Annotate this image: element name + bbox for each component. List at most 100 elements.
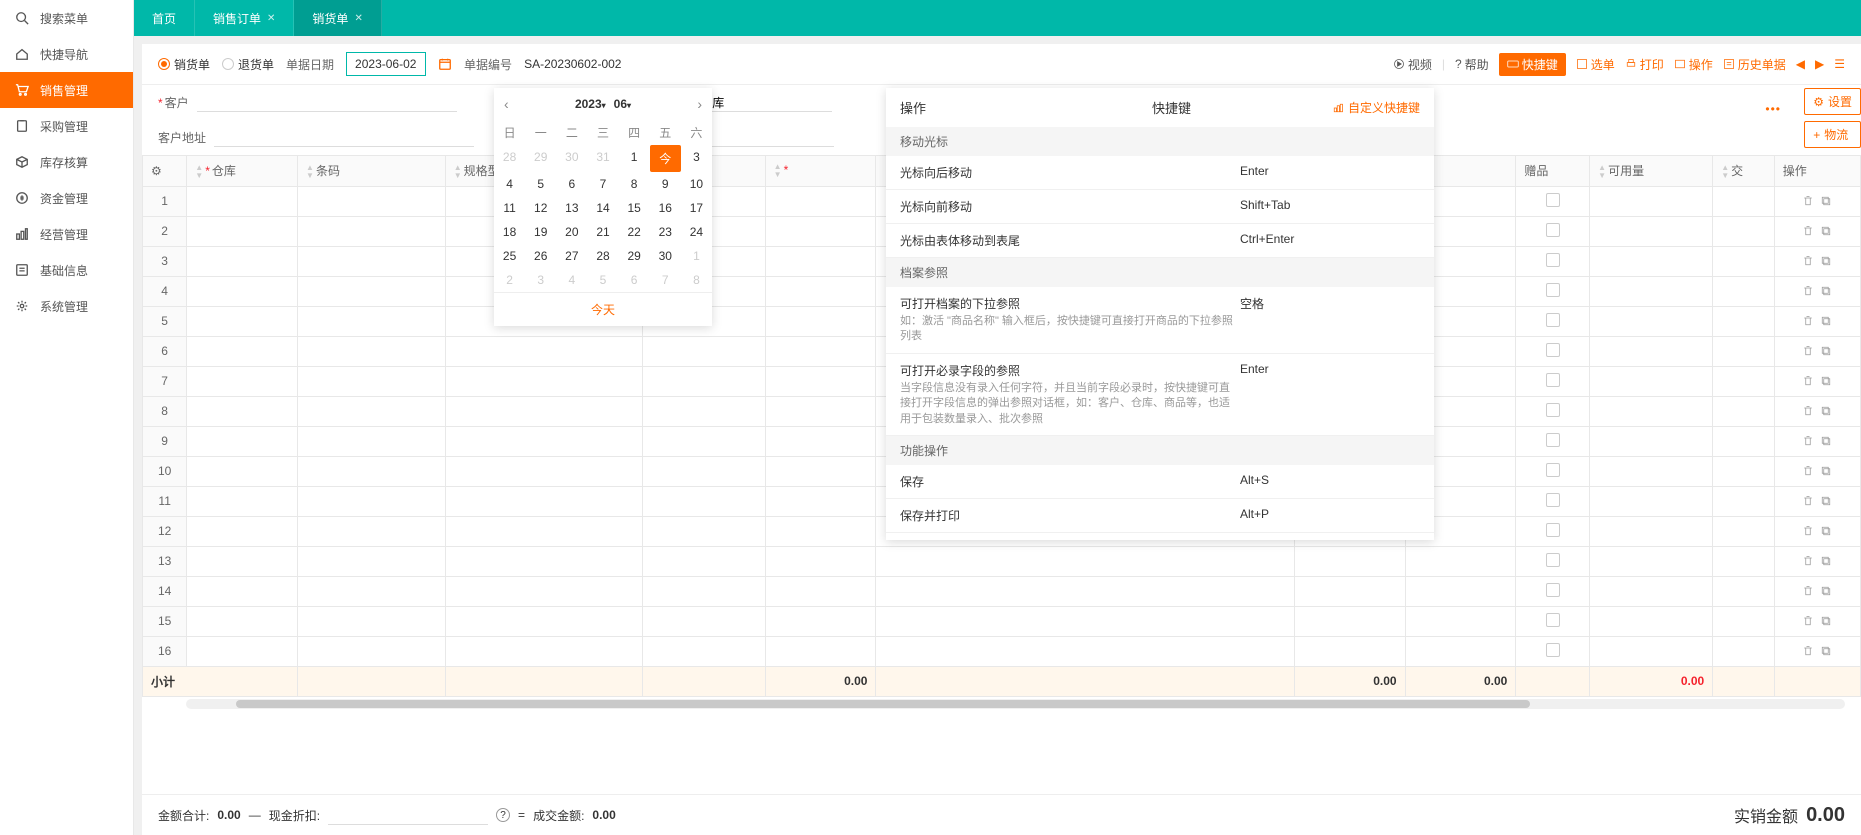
delete-icon[interactable] [1802, 645, 1814, 657]
delete-icon[interactable] [1802, 375, 1814, 387]
checkbox-icon[interactable] [1546, 253, 1560, 267]
cell[interactable] [1590, 336, 1713, 366]
menu-icon[interactable]: ☰ [1834, 57, 1845, 71]
cell[interactable] [1590, 426, 1713, 456]
cell[interactable] [187, 546, 298, 576]
cell[interactable] [765, 396, 876, 426]
cell[interactable] [445, 516, 642, 546]
prev-month-icon[interactable]: ‹ [504, 96, 509, 112]
cell[interactable] [765, 366, 876, 396]
year-select[interactable]: 2023▾ [575, 97, 606, 111]
cell[interactable] [876, 636, 1294, 666]
tab-home[interactable]: 首页 [134, 0, 195, 36]
delete-icon[interactable] [1802, 315, 1814, 327]
copy-icon[interactable] [1820, 225, 1832, 237]
day-cell[interactable]: 5 [587, 268, 618, 292]
col-gift[interactable]: 赠品 [1516, 156, 1590, 187]
cell[interactable] [765, 456, 876, 486]
col-barcode[interactable]: ▲▼条码 [298, 156, 446, 187]
gift-cell[interactable] [1516, 546, 1590, 576]
day-cell[interactable]: 30 [556, 145, 587, 172]
sidebar-item-system[interactable]: 系统管理 [0, 288, 133, 324]
cell[interactable] [187, 216, 298, 246]
cell[interactable] [187, 486, 298, 516]
cell[interactable] [1405, 606, 1516, 636]
delete-icon[interactable] [1802, 345, 1814, 357]
gift-cell[interactable] [1516, 426, 1590, 456]
cell[interactable] [298, 486, 446, 516]
delete-icon[interactable] [1802, 405, 1814, 417]
day-cell[interactable]: 今 [650, 145, 681, 172]
day-cell[interactable]: 5 [525, 172, 556, 196]
delete-icon[interactable] [1802, 225, 1814, 237]
cell[interactable] [1713, 246, 1775, 276]
copy-icon[interactable] [1820, 585, 1832, 597]
gift-cell[interactable] [1516, 216, 1590, 246]
day-cell[interactable]: 1 [619, 145, 650, 172]
cell[interactable] [187, 516, 298, 546]
cell[interactable] [298, 606, 446, 636]
cell[interactable] [1294, 606, 1405, 636]
day-cell[interactable]: 17 [681, 196, 712, 220]
cell[interactable] [765, 306, 876, 336]
cell[interactable] [1713, 216, 1775, 246]
copy-icon[interactable] [1820, 645, 1832, 657]
cell[interactable] [1405, 636, 1516, 666]
cell[interactable] [187, 426, 298, 456]
copy-icon[interactable] [1820, 555, 1832, 567]
day-cell[interactable]: 3 [681, 145, 712, 172]
cell[interactable] [765, 546, 876, 576]
select-doc-button[interactable]: 选单 [1576, 56, 1615, 73]
checkbox-icon[interactable] [1546, 583, 1560, 597]
help-icon[interactable]: ? [496, 808, 510, 822]
sidebar-item-search[interactable]: 搜索菜单 [0, 0, 133, 36]
day-cell[interactable]: 8 [619, 172, 650, 196]
gift-cell[interactable] [1516, 396, 1590, 426]
copy-icon[interactable] [1820, 465, 1832, 477]
day-cell[interactable]: 13 [556, 196, 587, 220]
today-button[interactable]: 今天 [494, 292, 712, 326]
hotkey-button[interactable]: 快捷键 [1499, 53, 1566, 76]
checkbox-icon[interactable] [1546, 613, 1560, 627]
delete-icon[interactable] [1802, 615, 1814, 627]
gift-cell[interactable] [1516, 306, 1590, 336]
cell[interactable] [765, 186, 876, 216]
cell[interactable] [298, 546, 446, 576]
cell[interactable] [765, 276, 876, 306]
gift-cell[interactable] [1516, 486, 1590, 516]
copy-icon[interactable] [1820, 375, 1832, 387]
copy-icon[interactable] [1820, 495, 1832, 507]
cell[interactable] [298, 396, 446, 426]
col-deliver[interactable]: ▲▼交 [1713, 156, 1775, 187]
cell[interactable] [187, 186, 298, 216]
day-cell[interactable]: 10 [681, 172, 712, 196]
cell[interactable] [298, 186, 446, 216]
gift-cell[interactable] [1516, 246, 1590, 276]
gift-cell[interactable] [1516, 366, 1590, 396]
cell[interactable] [1713, 516, 1775, 546]
copy-icon[interactable] [1820, 525, 1832, 537]
cell[interactable] [445, 486, 642, 516]
cell[interactable] [642, 426, 765, 456]
cell[interactable] [1713, 546, 1775, 576]
cell[interactable] [765, 486, 876, 516]
cell[interactable] [298, 456, 446, 486]
checkbox-icon[interactable] [1546, 403, 1560, 417]
checkbox-icon[interactable] [1546, 343, 1560, 357]
cell[interactable] [1590, 186, 1713, 216]
cell[interactable] [1713, 336, 1775, 366]
day-cell[interactable]: 18 [494, 220, 525, 244]
cell[interactable] [298, 426, 446, 456]
day-cell[interactable]: 23 [650, 220, 681, 244]
cell[interactable] [1590, 486, 1713, 516]
day-cell[interactable]: 7 [650, 268, 681, 292]
day-cell[interactable]: 24 [681, 220, 712, 244]
day-cell[interactable]: 28 [587, 244, 618, 268]
cell[interactable] [1713, 456, 1775, 486]
cell[interactable] [642, 606, 765, 636]
cell[interactable] [1294, 576, 1405, 606]
sidebar-item-sales[interactable]: 销售管理 [0, 72, 133, 108]
copy-icon[interactable] [1820, 405, 1832, 417]
tab-sales-order[interactable]: 销售订单✕ [195, 0, 294, 36]
video-button[interactable]: 视频 [1393, 56, 1432, 73]
